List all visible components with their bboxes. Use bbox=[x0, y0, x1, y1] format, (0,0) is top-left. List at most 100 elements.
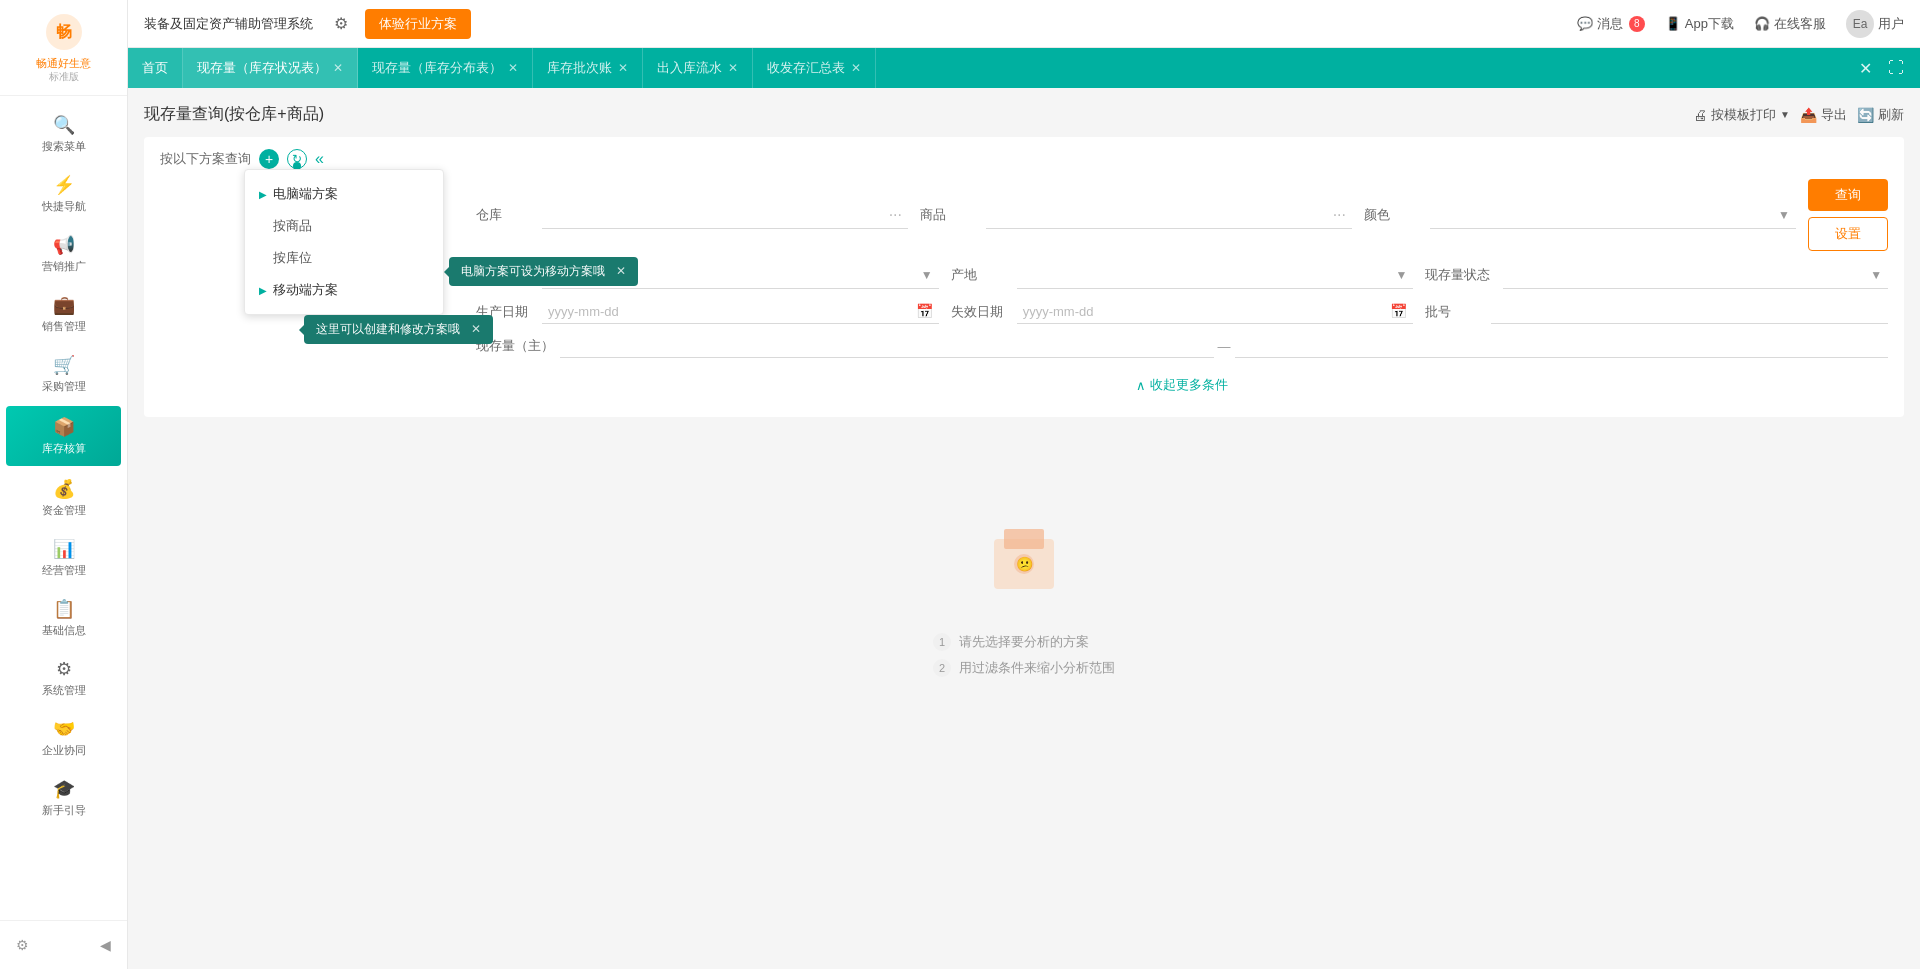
inventory-status-dropdown[interactable]: ▼ bbox=[1503, 261, 1888, 289]
newbie-icon: 🎓 bbox=[53, 778, 75, 800]
user-btn[interactable]: Ea 用户 bbox=[1846, 10, 1904, 38]
messages-btn[interactable]: 💬 消息 8 bbox=[1577, 15, 1645, 33]
filter-refresh-btn[interactable]: ↻ bbox=[287, 149, 307, 169]
print-btn[interactable]: 🖨 按模板打印 ▼ bbox=[1693, 106, 1790, 124]
tab-inventory-status[interactable]: 现存量（库存状况表） ✕ bbox=[183, 48, 358, 88]
reset-btn[interactable]: 设置 bbox=[1808, 217, 1888, 251]
quick-icon: ⚡ bbox=[53, 174, 75, 196]
headset-icon: 🎧 bbox=[1754, 16, 1770, 31]
warehouse-dots[interactable]: ··· bbox=[889, 206, 902, 224]
refresh-btn[interactable]: 🔄 刷新 bbox=[1857, 106, 1904, 124]
collapse-sidebar-btn[interactable]: ◀ bbox=[91, 931, 119, 959]
tab-close-batch-ledger[interactable]: ✕ bbox=[618, 61, 628, 75]
tab-close-flow[interactable]: ✕ bbox=[728, 61, 738, 75]
page-title: 现存量查询(按仓库+商品) bbox=[144, 104, 324, 125]
origin-dropdown[interactable]: ▼ bbox=[1017, 261, 1414, 289]
filter-panel: 电脑方案可设为移动方案哦 ✕ 这里可以创建和修改方案哦 ✕ 按以下方案查询 + … bbox=[144, 137, 1904, 417]
tooltip1-close[interactable]: ✕ bbox=[616, 264, 626, 278]
logo-icon: 畅 bbox=[44, 12, 84, 52]
message-badge: 8 bbox=[1629, 16, 1645, 32]
phone-icon: 📱 bbox=[1665, 16, 1681, 31]
online-service-btn[interactable]: 🎧 在线客服 bbox=[1754, 15, 1826, 33]
size-arrow: ▼ bbox=[921, 268, 933, 282]
sidebar-item-newbie[interactable]: 🎓 新手引导 bbox=[0, 768, 127, 828]
close-tab-btn[interactable]: ✕ bbox=[1855, 55, 1876, 82]
finance-label: 资金管理 bbox=[42, 503, 86, 518]
tab-inventory-dist[interactable]: 现存量（库存分布表） ✕ bbox=[358, 48, 533, 88]
tab-bar-actions: ✕ ⛶ bbox=[1843, 48, 1920, 88]
top-header: 装备及固定资产辅助管理系统 ⚙ 体验行业方案 💬 消息 8 📱 App下载 🎧 … bbox=[128, 0, 1920, 48]
origin-arrow: ▼ bbox=[1395, 268, 1407, 282]
warehouse-dropdown[interactable]: ··· bbox=[542, 201, 908, 229]
inventory-icon: 📦 bbox=[53, 416, 75, 438]
settings-btn[interactable]: ⚙ bbox=[8, 931, 36, 959]
refresh-icon: 🔄 bbox=[1857, 107, 1874, 123]
production-date-input[interactable]: yyyy-mm-dd 📅 bbox=[542, 299, 939, 324]
color-dropdown-arrow: ▼ bbox=[1778, 208, 1790, 222]
goods-dropdown[interactable]: ··· bbox=[986, 201, 1352, 229]
filter-production-date: 生产日期 yyyy-mm-dd 📅 bbox=[476, 299, 939, 324]
batch-input[interactable] bbox=[1491, 300, 1888, 324]
basic-label: 基础信息 bbox=[42, 623, 86, 638]
sidebar-item-marketing[interactable]: 📢 营销推广 bbox=[0, 224, 127, 284]
sidebar-item-basic[interactable]: 📋 基础信息 bbox=[0, 588, 127, 648]
sidebar-item-quick[interactable]: ⚡ 快捷导航 bbox=[0, 164, 127, 224]
quick-label: 快捷导航 bbox=[42, 199, 86, 214]
export-btn[interactable]: 📤 导出 bbox=[1800, 106, 1847, 124]
production-date-icon[interactable]: 📅 bbox=[916, 303, 933, 319]
collapse-filter-btn[interactable]: ∧ 收起更多条件 bbox=[476, 368, 1888, 402]
marketing-label: 营销推广 bbox=[42, 259, 86, 274]
sidebar-item-system[interactable]: ⚙ 系统管理 bbox=[0, 648, 127, 708]
sidebar-item-enterprise[interactable]: 🤝 企业协同 bbox=[0, 708, 127, 768]
tab-close-collection[interactable]: ✕ bbox=[851, 61, 861, 75]
expiry-date-icon[interactable]: 📅 bbox=[1390, 303, 1407, 319]
tab-close-inventory-dist[interactable]: ✕ bbox=[508, 61, 518, 75]
search-btn[interactable]: 查询 bbox=[1808, 179, 1888, 211]
tab-home[interactable]: 首页 bbox=[128, 48, 183, 88]
svg-text:😕: 😕 bbox=[1016, 556, 1034, 573]
goods-dots[interactable]: ··· bbox=[1333, 206, 1346, 224]
tab-batch-ledger[interactable]: 库存批次账 ✕ bbox=[533, 48, 643, 88]
header-btn-group: ⚙ 体验行业方案 bbox=[325, 8, 471, 40]
filter-origin: 产地 ▼ bbox=[951, 261, 1414, 289]
header-settings-btn[interactable]: ⚙ bbox=[325, 8, 357, 40]
export-icon: 📤 bbox=[1800, 107, 1817, 123]
message-icon: 💬 bbox=[1577, 16, 1593, 31]
filter-row-4: 现存量（主） — bbox=[476, 334, 1888, 358]
tab-close-inventory-status[interactable]: ✕ bbox=[333, 61, 343, 75]
tooltip-scheme-mobile: 电脑方案可设为移动方案哦 ✕ bbox=[449, 257, 638, 286]
sidebar-item-inventory[interactable]: 📦 库存核算 bbox=[6, 406, 121, 466]
sidebar-nav: 🔍 搜索菜单 ⚡ 快捷导航 📢 营销推广 💼 销售管理 🛒 采购管理 📦 库存核… bbox=[0, 96, 127, 920]
tab-collection[interactable]: 收发存汇总表 ✕ bbox=[753, 48, 876, 88]
scheme-mobile[interactable]: ▶ 移动端方案 bbox=[245, 274, 443, 306]
tab-flow[interactable]: 出入库流水 ✕ bbox=[643, 48, 753, 88]
filter-inventory-status: 现存量状态 ▼ bbox=[1425, 261, 1888, 289]
qty-range-max[interactable] bbox=[1235, 334, 1889, 358]
purchase-label: 采购管理 bbox=[42, 379, 86, 394]
sidebar-logo: 畅 畅通好生意 标准版 bbox=[0, 0, 127, 96]
color-dropdown[interactable]: ▼ bbox=[1430, 201, 1796, 229]
user-avatar: Ea bbox=[1846, 10, 1874, 38]
sidebar-item-operation[interactable]: 📊 经营管理 bbox=[0, 528, 127, 588]
scheme-desktop[interactable]: ▶ 电脑端方案 bbox=[245, 178, 443, 210]
filter-add-scheme-btn[interactable]: + bbox=[259, 149, 279, 169]
app-download-btn[interactable]: 📱 App下载 bbox=[1665, 15, 1734, 33]
sidebar-item-purchase[interactable]: 🛒 采购管理 bbox=[0, 344, 127, 404]
tooltip2-close[interactable]: ✕ bbox=[471, 322, 481, 336]
scheme-item-location[interactable]: 按库位 bbox=[245, 242, 443, 274]
sidebar-item-finance[interactable]: 💰 资金管理 bbox=[0, 468, 127, 528]
content-inner: 现存量查询(按仓库+商品) 🖨 按模板打印 ▼ 📤 导出 🔄 刷新 bbox=[128, 88, 1920, 777]
sidebar-item-search[interactable]: 🔍 搜索菜单 bbox=[0, 104, 127, 164]
scheme-item-goods[interactable]: 按商品 bbox=[245, 210, 443, 242]
system-icon: ⚙ bbox=[56, 658, 72, 680]
content-area: 现存量查询(按仓库+商品) 🖨 按模板打印 ▼ 📤 导出 🔄 刷新 bbox=[128, 88, 1920, 969]
filter-back-btn[interactable]: « bbox=[315, 150, 324, 168]
expiry-date-input[interactable]: yyyy-mm-dd 📅 bbox=[1017, 299, 1414, 324]
sidebar-item-sales[interactable]: 💼 销售管理 bbox=[0, 284, 127, 344]
finance-icon: 💰 bbox=[53, 478, 75, 500]
qty-range-min[interactable] bbox=[560, 334, 1214, 358]
tooltip-scheme-create: 这里可以创建和修改方案哦 ✕ bbox=[304, 315, 493, 344]
industry-btn[interactable]: 体验行业方案 bbox=[365, 9, 471, 39]
fullscreen-tab-btn[interactable]: ⛶ bbox=[1884, 55, 1908, 81]
collapse-icon: ∧ bbox=[1136, 378, 1146, 393]
